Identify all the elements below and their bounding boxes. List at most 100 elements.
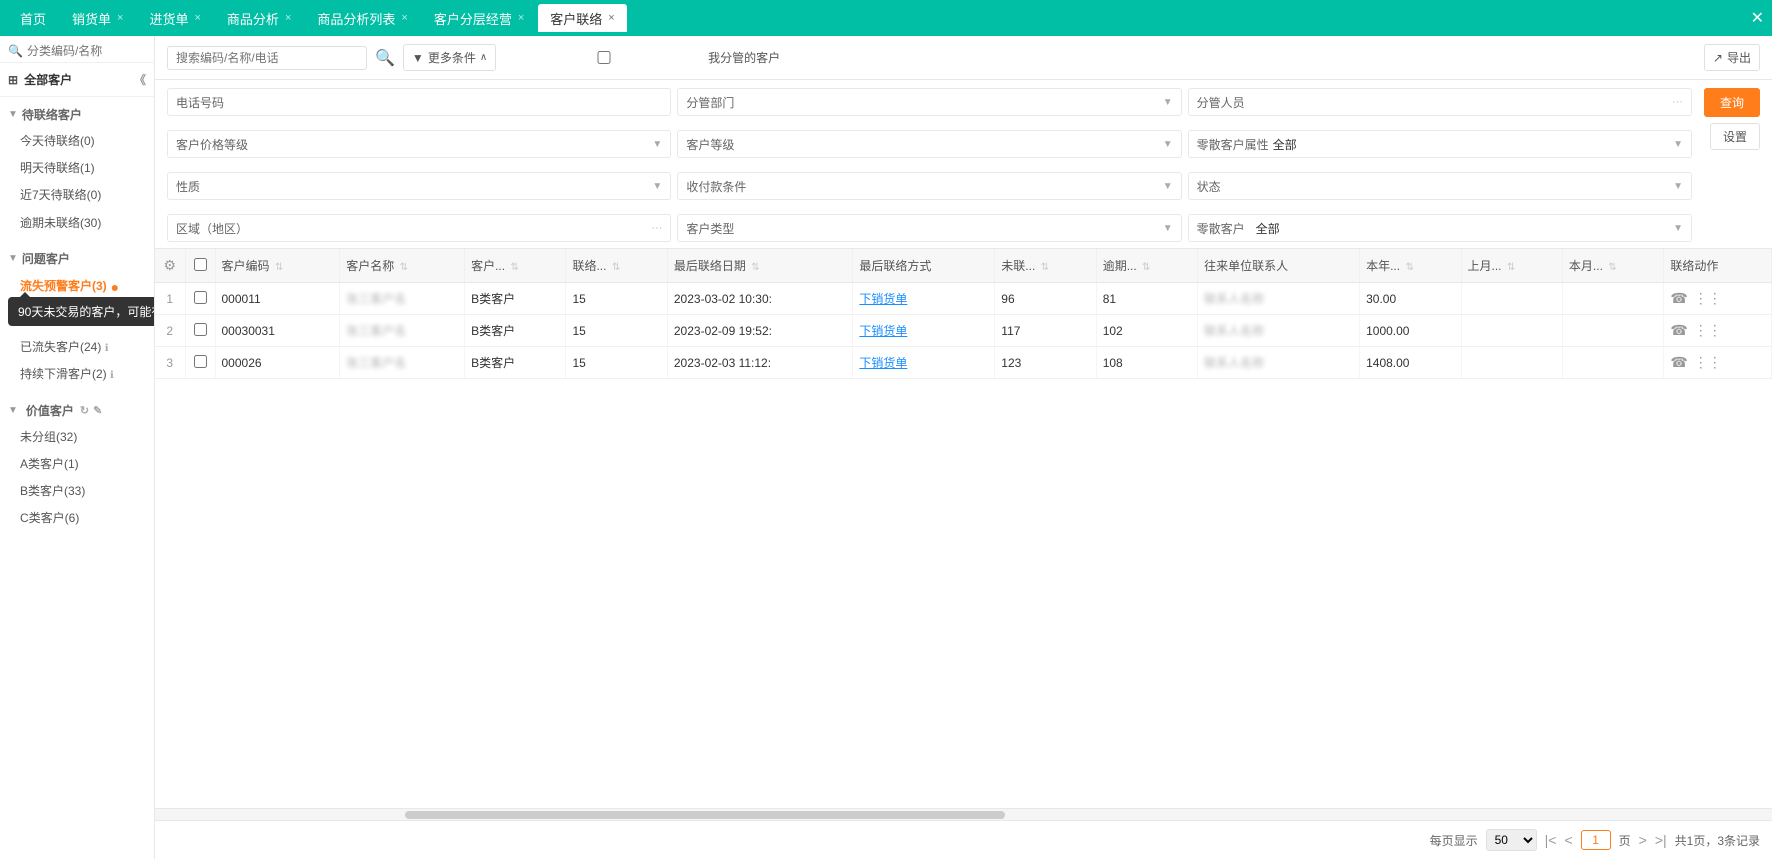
row-method-link[interactable]: 下销货单 (859, 356, 907, 370)
search-input[interactable] (167, 46, 367, 70)
my-customers-filter[interactable]: 我分管的客户 (504, 49, 780, 66)
filter-nature-input[interactable] (235, 179, 648, 193)
window-close-button[interactable]: ✕ (1751, 8, 1764, 28)
filter-payment-arrow[interactable]: ▼ (1163, 181, 1173, 192)
scrollbar-thumb[interactable] (405, 811, 1005, 819)
filter-dept-dropdown-icon[interactable]: ▼ (1163, 97, 1173, 108)
sidebar-all-customers[interactable]: ⊞ 全部客户 《 (0, 63, 154, 97)
contacts-sort-icon[interactable]: ⇅ (612, 262, 620, 273)
tab-customer-tier-close[interactable]: × (518, 12, 524, 24)
row-checkbox[interactable] (194, 291, 207, 304)
filter-price-grade-arrow[interactable]: ▼ (652, 139, 662, 150)
value-arrow-icon: ▼ (8, 405, 18, 416)
search-button[interactable]: 🔍 (375, 48, 395, 68)
sidebar-item-ungrouped[interactable]: 未分组(32) (0, 424, 154, 451)
select-all-checkbox[interactable] (194, 258, 207, 271)
action-contact-icon[interactable]: ☎ (1670, 354, 1687, 371)
sidebar-group-problem-title[interactable]: ▼ 问题客户 (0, 245, 154, 272)
filter-dept-input[interactable] (745, 95, 1158, 109)
filter-customer-type-input[interactable] (745, 221, 1158, 235)
query-button[interactable]: 查询 (1704, 88, 1760, 117)
next-page-button[interactable]: > (1639, 832, 1647, 848)
sidebar-group-pending-title[interactable]: ▼ 待联络客户 (0, 101, 154, 128)
sidebar-group-value-title[interactable]: ▼ 价值客户 ↻ ✎ (0, 397, 154, 424)
row-checkbox[interactable] (194, 355, 207, 368)
tab-product-list[interactable]: 商品分析列表 × (305, 4, 419, 32)
sidebar-item-tomorrow-pending[interactable]: 明天待联络(1) (0, 155, 154, 182)
row-method-link[interactable]: 下销货单 (859, 324, 907, 338)
sidebar-item-week-pending[interactable]: 近7天待联络(0) (0, 182, 154, 209)
action-contact-icon[interactable]: ☎ (1670, 290, 1687, 307)
filter-customer-grade-arrow[interactable]: ▼ (1163, 139, 1173, 150)
tab-customer-contact-close[interactable]: × (608, 12, 614, 24)
tab-purchase-close[interactable]: × (194, 12, 200, 24)
sidebar-item-already-lost[interactable]: 已流失客户(24) ℹ (0, 334, 154, 361)
tab-customer-tier[interactable]: 客户分层经营 × (422, 4, 536, 32)
filter-region-input[interactable] (252, 221, 651, 235)
filter-scattered-attr: 零散客户属性 全部 ▼ (1188, 130, 1692, 158)
horizontal-scrollbar[interactable] (155, 808, 1772, 820)
prev-page-button[interactable]: < (1564, 832, 1572, 848)
tab-product-list-close[interactable]: × (401, 12, 407, 24)
row-checkbox[interactable] (194, 323, 207, 336)
value-edit-icon[interactable]: ✎ (93, 404, 102, 417)
page-size-select[interactable]: 50 10 20 100 (1486, 829, 1537, 851)
filter-person-more-icon[interactable]: ··· (1672, 96, 1683, 108)
type-sort-icon[interactable]: ⇅ (510, 262, 518, 273)
tab-sales[interactable]: 销货单 × (60, 4, 135, 32)
last-page-button[interactable]: >| (1655, 832, 1667, 848)
tab-purchase[interactable]: 进货单 × (137, 4, 212, 32)
filter-nature: 性质 ▼ (167, 172, 671, 200)
name-sort-icon[interactable]: ⇅ (400, 262, 408, 273)
filter-price-grade-input[interactable] (252, 137, 648, 151)
filter-status-input[interactable] (1256, 179, 1669, 193)
row-last-month (1461, 315, 1562, 347)
sidebar-item-class-a[interactable]: A类客户(1) (0, 451, 154, 478)
year-sort-icon[interactable]: ⇅ (1405, 262, 1413, 273)
code-sort-icon[interactable]: ⇅ (275, 262, 283, 273)
last-month-sort-icon[interactable]: ⇅ (1507, 262, 1515, 273)
row-last-month (1461, 283, 1562, 315)
sidebar-item-class-c[interactable]: C类客户(6) (0, 505, 154, 532)
action-more-icon[interactable]: ⋮⋮ (1694, 290, 1722, 307)
sidebar-item-overdue-pending[interactable]: 逾期未联络(30) (0, 210, 154, 237)
tab-product-analysis[interactable]: 商品分析 × (215, 4, 303, 32)
filter-nature-arrow[interactable]: ▼ (652, 181, 662, 192)
filter-status-arrow[interactable]: ▼ (1673, 181, 1683, 192)
action-more-icon[interactable]: ⋮⋮ (1694, 354, 1722, 371)
value-refresh-icon[interactable]: ↻ (80, 404, 89, 417)
filter-phone-input[interactable] (235, 95, 662, 109)
tab-customer-contact[interactable]: 客户联络 × (538, 4, 626, 32)
filter-scattered-attr-arrow[interactable]: ▼ (1673, 139, 1683, 150)
export-button[interactable]: ↗ 导出 (1704, 44, 1760, 71)
column-settings-icon[interactable]: ⚙ (163, 257, 176, 273)
this-month-sort-icon[interactable]: ⇅ (1608, 262, 1616, 273)
row-type: B类客户 (465, 283, 566, 315)
filter-person-input[interactable] (1256, 95, 1672, 109)
sidebar-item-class-b[interactable]: B类客户(33) (0, 478, 154, 505)
filter-customer-grade-input[interactable] (745, 137, 1158, 151)
settings-button[interactable]: 设置 (1710, 123, 1760, 150)
sidebar-search-input[interactable] (27, 44, 146, 58)
sidebar-item-today-pending[interactable]: 今天待联络(0) (0, 128, 154, 155)
filter-customer-type-arrow[interactable]: ▼ (1163, 223, 1173, 234)
current-page-number[interactable]: 1 (1581, 830, 1611, 850)
filter-region-more-icon[interactable]: ··· (651, 222, 662, 234)
action-contact-icon[interactable]: ☎ (1670, 322, 1687, 339)
unlisted-sort-icon[interactable]: ⇅ (1041, 262, 1049, 273)
filter-more-button[interactable]: ▼ 更多条件 ∧ (403, 44, 496, 71)
filter-payment-input[interactable] (750, 179, 1158, 193)
row-method-link[interactable]: 下销货单 (859, 292, 907, 306)
filter-scattered-customer-arrow[interactable]: ▼ (1673, 223, 1683, 234)
my-customers-checkbox[interactable] (504, 51, 704, 64)
sidebar-collapse-icon[interactable]: 《 (134, 71, 146, 88)
tab-home[interactable]: 首页 (8, 4, 58, 32)
overdue-sort-icon[interactable]: ⇅ (1142, 262, 1150, 273)
action-more-icon[interactable]: ⋮⋮ (1694, 322, 1722, 339)
last-date-sort-icon[interactable]: ⇅ (751, 262, 759, 273)
tab-product-analysis-close[interactable]: × (285, 12, 291, 24)
first-page-button[interactable]: |< (1545, 832, 1557, 848)
sidebar-item-declining[interactable]: 持续下滑客户(2) ℹ (0, 361, 154, 388)
tooltip-churn-warning: 90天未交易的客户，可能有流失风险。 (8, 297, 155, 326)
tab-sales-close[interactable]: × (117, 12, 123, 24)
